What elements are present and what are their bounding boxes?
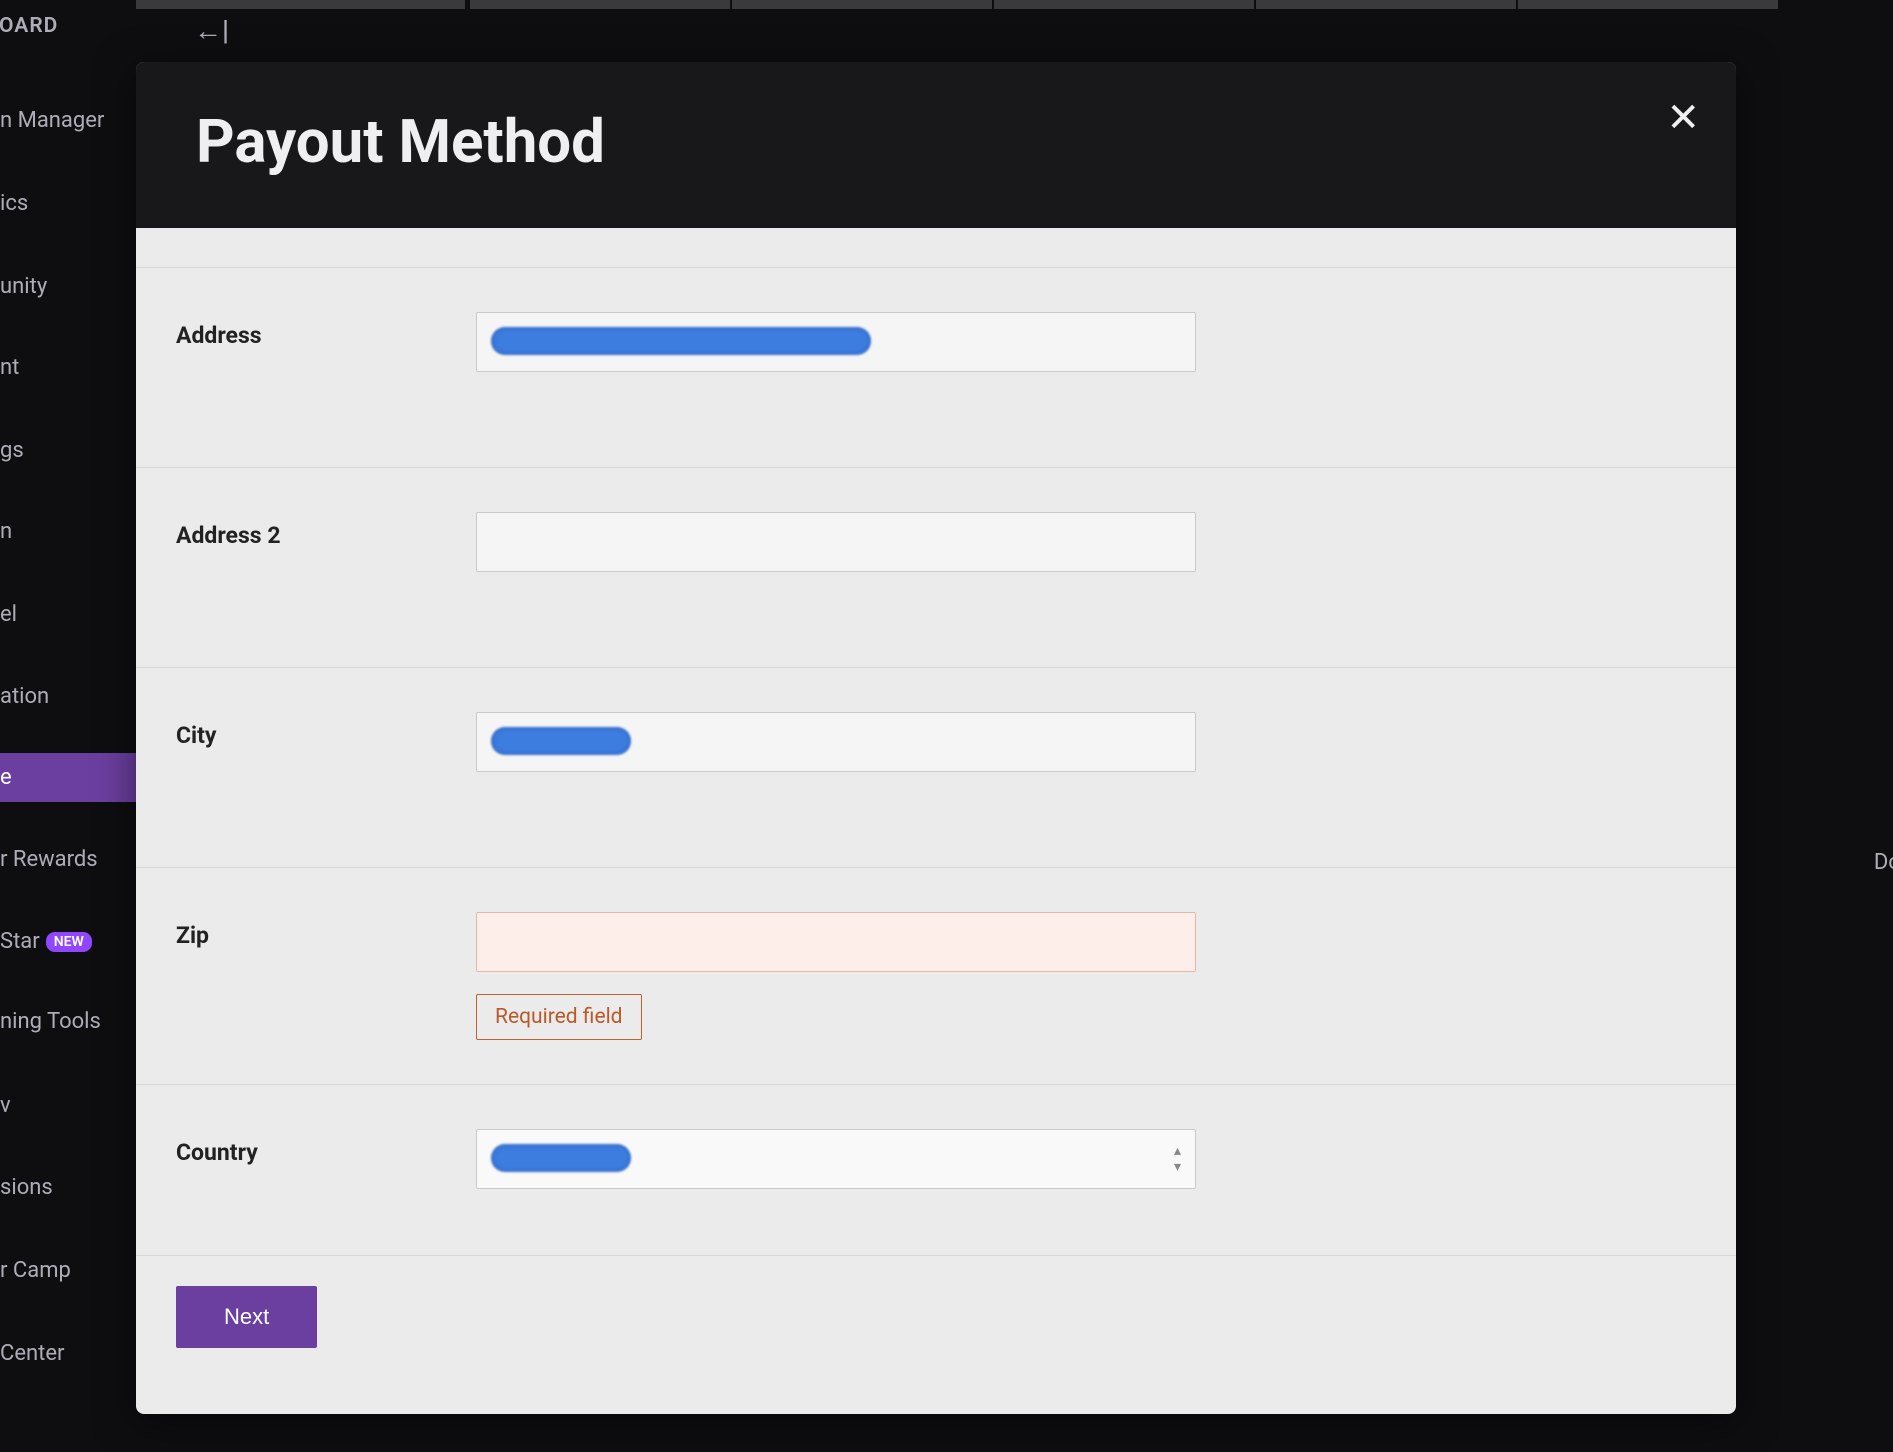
modal-footer: Next (136, 1255, 1736, 1378)
zip-input[interactable] (476, 912, 1196, 972)
address-input[interactable] (476, 312, 1196, 372)
country-select[interactable]: ▴▾ (476, 1129, 1196, 1189)
zip-error-badge: Required field (476, 994, 642, 1040)
sidebar-header: ASHBOARD (0, 14, 58, 38)
city-input[interactable] (476, 712, 1196, 772)
address-label: Address (176, 312, 476, 349)
address2-label: Address 2 (176, 512, 476, 549)
top-browser-tabs (0, 0, 1893, 12)
city-label: City (176, 712, 476, 749)
field-row-country: Country ▴▾ (136, 1085, 1736, 1255)
modal-header: Payout Method ✕ (136, 62, 1736, 228)
field-row-address2: Address 2 (136, 468, 1736, 668)
address2-input[interactable] (476, 512, 1196, 572)
background-text: Don (1874, 850, 1893, 875)
modal-title: Payout Method (196, 106, 1676, 177)
field-row-zip: Zip Required field (136, 868, 1736, 1085)
chevron-updown-icon: ▴▾ (1174, 1143, 1181, 1175)
close-icon[interactable]: ✕ (1666, 98, 1700, 138)
field-row-city: City (136, 668, 1736, 868)
next-button[interactable]: Next (176, 1286, 317, 1348)
field-row-address: Address (136, 268, 1736, 468)
payout-method-modal: Payout Method ✕ Address Address 2 City Z… (136, 62, 1736, 1414)
new-badge: NEW (46, 932, 92, 952)
country-label: Country (176, 1129, 476, 1166)
collapse-sidebar-icon[interactable]: ←| (194, 14, 229, 47)
zip-label: Zip (176, 912, 476, 949)
